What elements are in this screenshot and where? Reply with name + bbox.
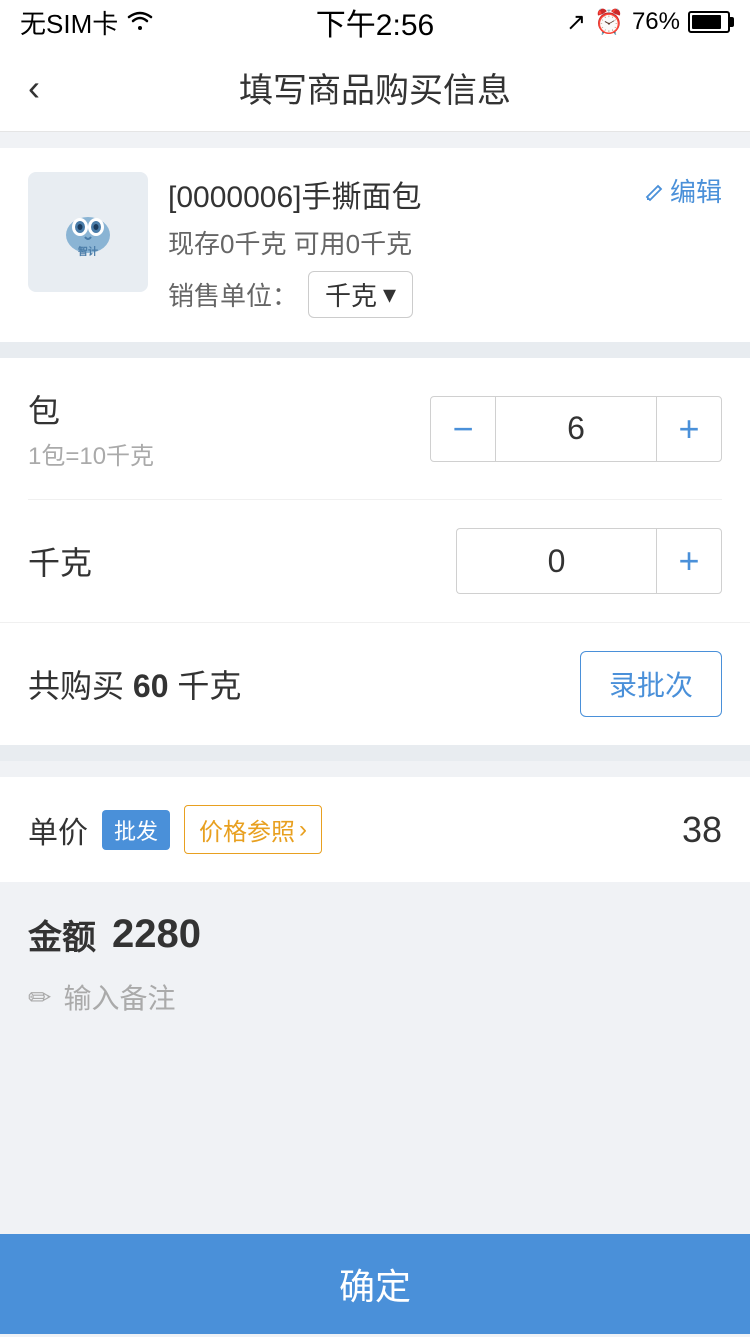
battery-icon bbox=[688, 11, 730, 33]
kg-stepper: + bbox=[456, 528, 722, 594]
amount-label: 金额 bbox=[28, 910, 96, 959]
amount-value: 2280 bbox=[112, 912, 201, 957]
location-icon: ↗ bbox=[566, 8, 586, 37]
total-text: 共购买 60 千克 bbox=[28, 661, 241, 707]
bag-label: 包 1包=10千克 bbox=[28, 386, 154, 471]
amount-section: 金额 2280 ✏ 输入备注 bbox=[0, 882, 750, 1037]
kg-increment-button[interactable]: + bbox=[656, 528, 722, 594]
product-stock: 现存0千克 可用0千克 bbox=[168, 224, 722, 261]
confirm-bar[interactable]: 确定 bbox=[0, 1234, 750, 1334]
bag-label-main: 包 bbox=[28, 386, 154, 432]
bag-label-sub: 1包=10千克 bbox=[28, 436, 154, 471]
price-type-badge: 批发 bbox=[102, 810, 170, 850]
total-value: 60 bbox=[133, 668, 177, 704]
unit-label: 销售单位： bbox=[168, 276, 298, 313]
chevron-down-icon: ▾ bbox=[383, 279, 396, 310]
status-right: ↗ ⏰ 76% bbox=[566, 8, 730, 37]
price-row: 单价 批发 价格参照 › 38 bbox=[28, 805, 722, 854]
wifi-icon bbox=[126, 7, 154, 38]
price-value: 38 bbox=[682, 809, 722, 851]
separator-1 bbox=[0, 342, 750, 358]
kg-label: 千克 bbox=[28, 538, 92, 584]
unit-selector[interactable]: 千克 ▾ bbox=[308, 271, 413, 318]
svg-text:智计: 智计 bbox=[78, 245, 98, 258]
bag-increment-button[interactable]: + bbox=[656, 396, 722, 462]
confirm-button[interactable]: 确定 bbox=[339, 1258, 411, 1310]
pencil-icon: ✏ bbox=[28, 981, 51, 1014]
battery-percent: 76% bbox=[632, 8, 680, 36]
bag-input-row: 包 1包=10千克 − + bbox=[28, 358, 722, 500]
remark-placeholder: 输入备注 bbox=[63, 977, 175, 1017]
status-time: 下午2:56 bbox=[316, 0, 434, 44]
status-left: 无SIM卡 bbox=[20, 4, 154, 41]
total-section: 共购买 60 千克 录批次 bbox=[0, 622, 750, 745]
price-section: 单价 批发 价格参照 › 38 bbox=[0, 777, 750, 882]
status-bar: 无SIM卡 下午2:56 ↗ ⏰ 76% bbox=[0, 0, 750, 44]
amount-row: 金额 2280 bbox=[28, 910, 722, 959]
product-info: [0000006]手撕面包 编辑 现存0千克 可用0千克 销售单位： 千克 ▾ bbox=[168, 172, 722, 318]
bag-stepper: − + bbox=[430, 396, 722, 462]
bag-value-input[interactable] bbox=[496, 396, 656, 462]
separator-2 bbox=[0, 745, 750, 761]
product-name: [0000006]手撕面包 bbox=[168, 172, 644, 216]
remark-row[interactable]: ✏ 输入备注 bbox=[28, 977, 722, 1017]
alarm-icon: ⏰ bbox=[594, 8, 624, 37]
carrier-text: 无SIM卡 bbox=[20, 4, 118, 41]
product-thumbnail: 智计 bbox=[28, 172, 148, 292]
batch-button[interactable]: 录批次 bbox=[580, 651, 722, 717]
bag-decrement-button[interactable]: − bbox=[430, 396, 496, 462]
price-ref-button[interactable]: 价格参照 › bbox=[184, 805, 322, 854]
back-button[interactable]: ‹ bbox=[28, 67, 40, 109]
kg-label-main: 千克 bbox=[28, 538, 92, 584]
product-card: 智计 [0000006]手撕面包 编辑 现存0千克 可用0千克 销售单位： 千克… bbox=[0, 148, 750, 342]
chevron-right-icon: › bbox=[299, 816, 307, 844]
input-section: 包 1包=10千克 − + 千克 + bbox=[0, 358, 750, 622]
page-title: 填写商品购买信息 bbox=[239, 63, 511, 112]
kg-value-input[interactable] bbox=[456, 528, 656, 594]
product-unit-row: 销售单位： 千克 ▾ bbox=[168, 271, 722, 318]
edit-button[interactable]: 编辑 bbox=[644, 172, 722, 209]
price-label: 单价 bbox=[28, 808, 88, 852]
kg-input-row: 千克 + bbox=[28, 500, 722, 622]
price-left: 单价 批发 价格参照 › bbox=[28, 805, 322, 854]
nav-bar: ‹ 填写商品购买信息 bbox=[0, 44, 750, 132]
